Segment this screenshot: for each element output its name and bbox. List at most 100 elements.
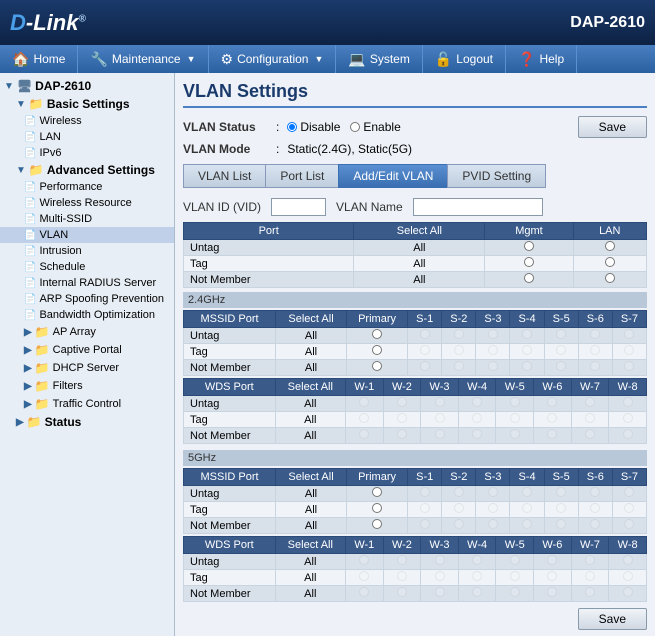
sidebar-root[interactable]: ▼ 🖥 DAP-2610 [0,77,174,95]
wds5-tag-r1[interactable] [359,571,369,581]
mssid24-nm-r0[interactable] [372,361,382,371]
wds5-nm-r1[interactable] [359,587,369,597]
mssid5-untag-r3[interactable] [488,487,498,497]
wds5-nm-r3[interactable] [435,587,445,597]
mssid5-tag-r5[interactable] [556,503,566,513]
wds5-nm-r4[interactable] [472,587,482,597]
mssid24-nm-r2[interactable] [454,361,464,371]
wds24-untag-r4[interactable] [472,397,482,407]
sidebar-schedule[interactable]: 📄 Schedule [0,259,174,275]
wds5-untag-r7[interactable] [585,555,595,565]
mssid24-tag-r2[interactable] [454,345,464,355]
wds5-tag-r6[interactable] [547,571,557,581]
mssid24-nm-r1[interactable] [420,361,430,371]
port-tag-lan-radio[interactable] [605,257,615,267]
enable-option[interactable]: Enable [350,120,400,134]
wds24-nm-r7[interactable] [585,429,595,439]
mssid5-nm-r2[interactable] [454,519,464,529]
mssid24-nm-r6[interactable] [590,361,600,371]
sidebar-ipv6[interactable]: 📄 IPv6 [0,145,174,161]
wds24-untag-r7[interactable] [585,397,595,407]
mssid24-nm-r3[interactable] [488,361,498,371]
sidebar-captive-portal[interactable]: ▶ 📁 Captive Portal [0,341,174,359]
wds5-nm-r8[interactable] [623,587,633,597]
sidebar-arp-spoofing[interactable]: 📄 ARP Spoofing Prevention [0,291,174,307]
wds24-tag-r1[interactable] [359,413,369,423]
sidebar-advanced-settings[interactable]: ▼ 📁 Advanced Settings [0,161,174,179]
wds5-tag-r3[interactable] [435,571,445,581]
wds24-nm-r1[interactable] [359,429,369,439]
wds24-untag-r8[interactable] [623,397,633,407]
mssid5-untag-r0[interactable] [372,487,382,497]
sidebar-lan[interactable]: 📄 LAN [0,129,174,145]
wds24-tag-r4[interactable] [472,413,482,423]
vlan-name-input[interactable] [413,198,543,216]
wds5-tag-r5[interactable] [510,571,520,581]
sidebar-vlan[interactable]: 📄 VLAN [0,227,174,243]
port-untag-mgmt-radio[interactable] [524,241,534,251]
wds24-nm-r6[interactable] [547,429,557,439]
sidebar-ap-array[interactable]: ▶ 📁 AP Array [0,323,174,341]
mssid24-nm-r4[interactable] [522,361,532,371]
mssid5-nm-r4[interactable] [522,519,532,529]
mssid5-tag-r1[interactable] [420,503,430,513]
mssid24-tag-r1[interactable] [420,345,430,355]
port-notmember-mgmt[interactable] [485,272,573,288]
disable-option[interactable]: Disable [287,120,340,134]
nav-configuration[interactable]: ⚙ Configuration ▼ [209,45,337,73]
port-untag-lan[interactable] [573,240,646,256]
tab-add-edit-vlan[interactable]: Add/Edit VLAN [338,164,447,188]
sidebar-dhcp-server[interactable]: ▶ 📁 DHCP Server [0,359,174,377]
mssid24-untag-r5[interactable] [556,329,566,339]
nav-maintenance[interactable]: 🔧 Maintenance ▼ [78,45,208,73]
mssid24-untag-r3[interactable] [488,329,498,339]
port-notmember-mgmt-radio[interactable] [524,273,534,283]
wds24-tag-r8[interactable] [623,413,633,423]
mssid24-tag-r3[interactable] [488,345,498,355]
nav-help[interactable]: ❓ Help [506,45,577,73]
wds24-untag-r2[interactable] [397,397,407,407]
mssid24-tag-r4[interactable] [522,345,532,355]
mssid5-nm-r5[interactable] [556,519,566,529]
mssid5-nm-r7[interactable] [624,519,634,529]
sidebar-basic-settings[interactable]: ▼ 📁 Basic Settings [0,95,174,113]
sidebar-wireless-resource[interactable]: 📄 Wireless Resource [0,195,174,211]
sidebar-bandwidth[interactable]: 📄 Bandwidth Optimization [0,307,174,323]
wds24-nm-r8[interactable] [623,429,633,439]
sidebar-wireless[interactable]: 📄 Wireless [0,113,174,129]
nav-logout[interactable]: 🔓 Logout [423,45,506,73]
wds5-nm-r2[interactable] [397,587,407,597]
wds5-tag-r2[interactable] [397,571,407,581]
port-untag-mgmt[interactable] [485,240,573,256]
save-button-top[interactable]: Save [578,116,647,138]
mssid24-tag-r7[interactable] [624,345,634,355]
wds24-untag-r6[interactable] [547,397,557,407]
sidebar-intrusion[interactable]: 📄 Intrusion [0,243,174,259]
port-tag-lan[interactable] [573,256,646,272]
wds5-nm-r6[interactable] [547,587,557,597]
mssid24-untag-r0[interactable] [372,329,382,339]
mssid24-untag-r1[interactable] [420,329,430,339]
wds5-untag-r3[interactable] [435,555,445,565]
wds5-untag-r5[interactable] [510,555,520,565]
wds24-nm-r4[interactable] [472,429,482,439]
mssid24-tag-r0[interactable] [372,345,382,355]
sidebar-filters[interactable]: ▶ 📁 Filters [0,377,174,395]
sidebar-status[interactable]: ▶ 📁 Status [0,413,174,431]
nav-system[interactable]: 💻 System [336,45,422,73]
tab-pvid-setting[interactable]: PVID Setting [447,164,546,188]
sidebar-traffic-control[interactable]: ▶ 📁 Traffic Control [0,395,174,413]
mssid24-tag-r6[interactable] [590,345,600,355]
mssid5-tag-r3[interactable] [488,503,498,513]
wds24-tag-r6[interactable] [547,413,557,423]
mssid5-untag-r6[interactable] [590,487,600,497]
mssid5-untag-r2[interactable] [454,487,464,497]
mssid24-nm-r5[interactable] [556,361,566,371]
mssid5-tag-r2[interactable] [454,503,464,513]
disable-radio[interactable] [287,122,297,132]
mssid24-tag-r5[interactable] [556,345,566,355]
port-untag-lan-radio[interactable] [605,241,615,251]
mssid5-nm-r0[interactable] [372,519,382,529]
wds5-nm-r5[interactable] [510,587,520,597]
mssid24-untag-r7[interactable] [624,329,634,339]
